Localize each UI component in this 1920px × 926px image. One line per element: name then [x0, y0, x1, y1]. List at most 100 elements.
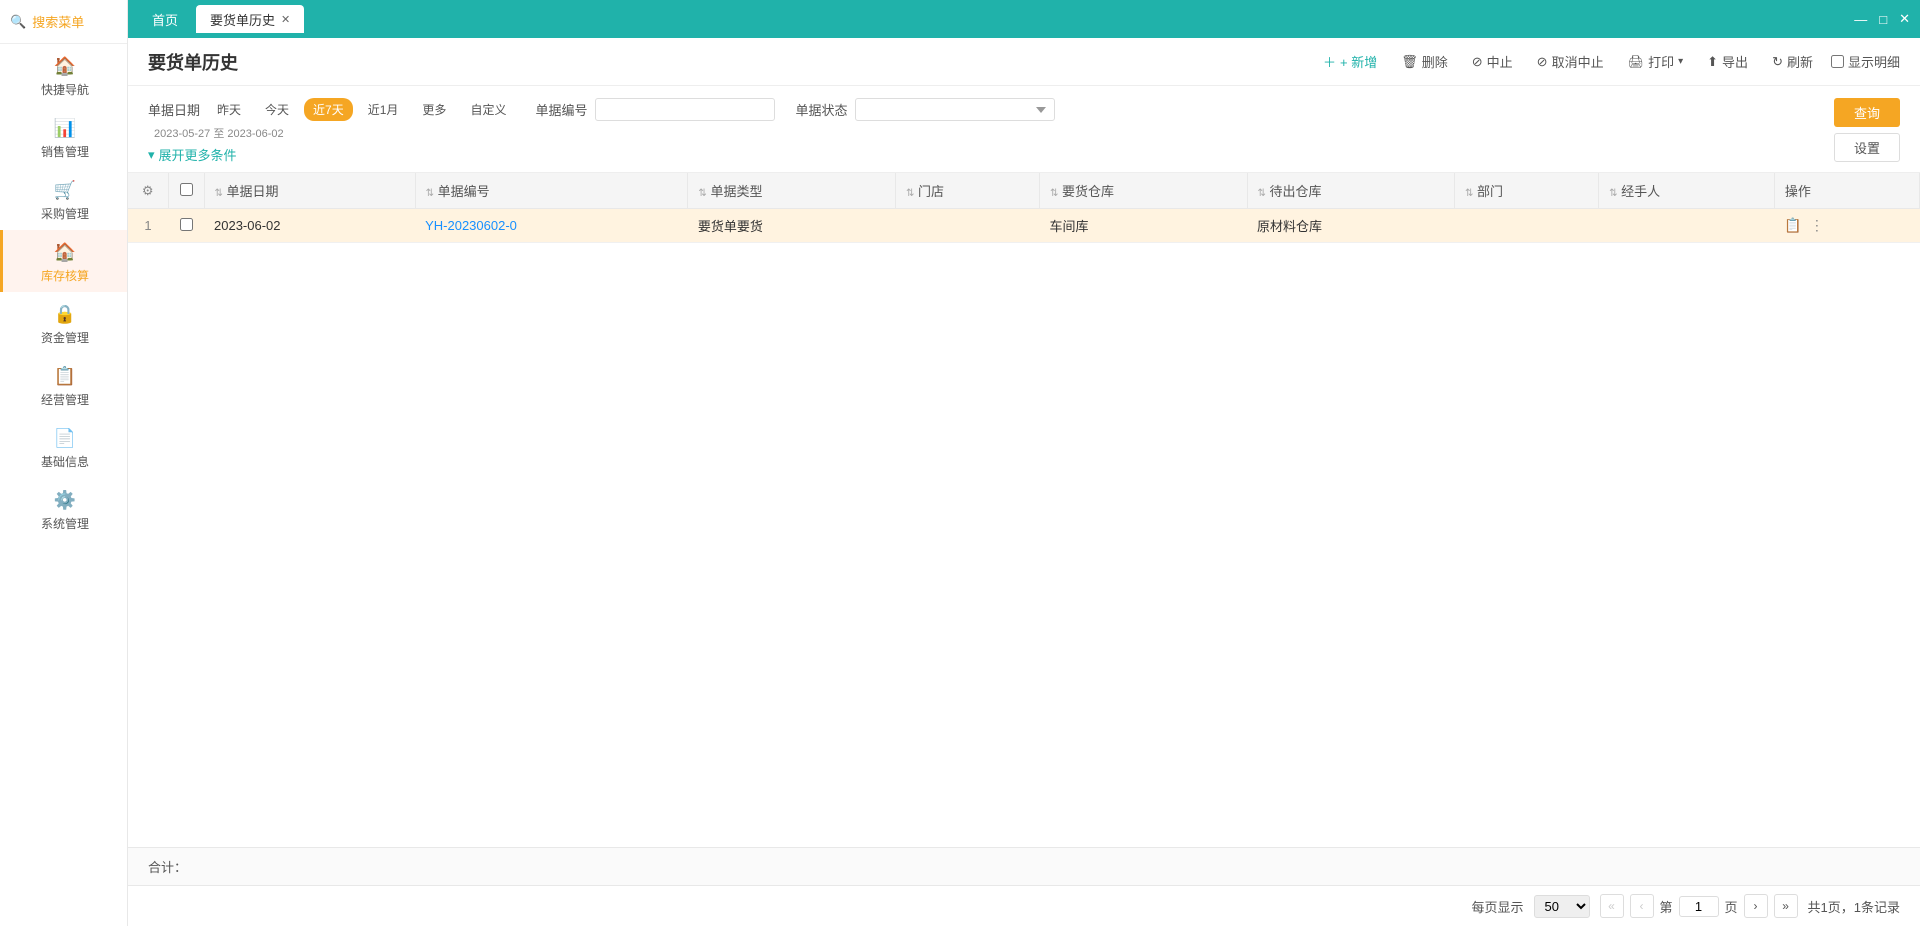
delete-icon: 🗑: [1401, 54, 1418, 70]
table-row: 1 2023-06-02 YH-20230602-0 要货单要货 车间库 原材料…: [128, 209, 1920, 243]
row-checkbox[interactable]: [168, 209, 204, 243]
sidebar-item-label: 基础信息: [41, 453, 89, 470]
page-label-prefix: 第: [1660, 897, 1673, 916]
export-button[interactable]: ⬆ 导出: [1701, 48, 1754, 75]
row-doctype: 要货单要货: [688, 209, 896, 243]
filter-area: 单据日期 昨天 今天 近7天 近1月 更多 自定义 单据编号: [128, 86, 1920, 173]
sort-icon: ⇅: [1609, 188, 1617, 199]
settings-button[interactable]: 设置: [1834, 133, 1900, 162]
sidebar-item-sales[interactable]: 📊 销售管理: [0, 106, 127, 168]
sidebar-item-quick-nav[interactable]: 🏠 快捷导航: [0, 44, 127, 106]
tab-requisition-history[interactable]: 要货单历史 ✕: [196, 5, 304, 33]
docno-link[interactable]: YH-20230602-0: [425, 218, 517, 233]
footer-summary: 合计：: [128, 847, 1920, 885]
table-header-row: ⚙ ⇅ 单据日期 ⇅ 单据编号 ⇅ 单据类型: [128, 173, 1920, 209]
sidebar: 🔍 搜索菜单 🏠 快捷导航 📊 销售管理 🛒 采购管理 🏠 库存核算 🔒 资金管…: [0, 0, 128, 926]
sidebar-item-basic-info[interactable]: 📄 基础信息: [0, 416, 127, 478]
sidebar-item-label: 经营管理: [41, 391, 89, 408]
delete-button[interactable]: 🗑 删除: [1395, 48, 1454, 75]
status-select[interactable]: [855, 98, 1055, 121]
date-filter-label: 单据日期: [148, 100, 200, 119]
table-req-warehouse-col[interactable]: ⇅ 要货仓库: [1040, 173, 1248, 209]
stop-button[interactable]: ⊘ 中止: [1466, 48, 1519, 75]
status-filter-group: 单据状态: [795, 98, 1055, 121]
summary-label: 合计：: [148, 857, 187, 876]
date-btn-custom[interactable]: 自定义: [461, 98, 515, 121]
date-btn-today[interactable]: 今天: [256, 98, 298, 121]
table-checkbox-col: [168, 173, 204, 209]
page-nav: « ‹ 第 页 › »: [1600, 894, 1798, 918]
filter-row: 单据日期 昨天 今天 近7天 近1月 更多 自定义 单据编号: [148, 98, 1814, 121]
row-department: [1455, 209, 1599, 243]
expand-label: 展开更多条件: [159, 145, 237, 164]
stop-label: 中止: [1487, 52, 1513, 71]
tab-close-icon[interactable]: ✕: [281, 13, 290, 26]
table-docno-col[interactable]: ⇅ 单据编号: [415, 173, 688, 209]
sidebar-item-label: 采购管理: [41, 205, 89, 222]
table-handler-col[interactable]: ⇅ 经手人: [1599, 173, 1775, 209]
sidebar-item-label: 销售管理: [41, 143, 89, 160]
action-buttons: 查询 设置: [1834, 98, 1900, 162]
table-store-col[interactable]: ⇅ 门店: [895, 173, 1039, 209]
sidebar-search[interactable]: 🔍 搜索菜单: [0, 0, 127, 44]
date-btn-yesterday[interactable]: 昨天: [208, 98, 250, 121]
operations-icon: 📋: [54, 366, 76, 387]
table-date-col[interactable]: ⇅ 单据日期: [204, 173, 415, 209]
sort-icon: ⇅: [1258, 188, 1266, 199]
sidebar-item-inventory[interactable]: 🏠 库存核算: [0, 230, 127, 292]
date-btn-more[interactable]: 更多: [413, 98, 455, 121]
date-filter-group: 单据日期 昨天 今天 近7天 近1月 更多 自定义: [148, 98, 515, 121]
row-more-icon[interactable]: ⋮: [1810, 217, 1824, 234]
first-page-btn[interactable]: «: [1600, 894, 1624, 918]
sidebar-item-system[interactable]: ⚙️ 系统管理: [0, 478, 127, 540]
gear-icon: ⚙️: [54, 490, 76, 511]
page-input[interactable]: [1679, 896, 1719, 917]
next-page-btn[interactable]: ›: [1744, 894, 1768, 918]
table-doctype-col[interactable]: ⇅ 单据类型: [688, 173, 896, 209]
date-btn-7days[interactable]: 近7天: [304, 98, 353, 121]
lock-icon: 🔒: [54, 304, 76, 325]
per-page-label: 每页显示: [1471, 897, 1523, 916]
cancel-stop-label: 取消中止: [1552, 52, 1604, 71]
expand-more-btn[interactable]: ▾ 展开更多条件: [148, 145, 1814, 164]
sidebar-item-purchase[interactable]: 🛒 采购管理: [0, 168, 127, 230]
add-button[interactable]: ＋ + 新增: [1317, 48, 1383, 75]
export-icon: ⬆: [1707, 54, 1718, 70]
toolbar: ＋ + 新增 🗑 删除 ⊘ 中止 ⊘ 取消中止 🖨 打印 ▾ ⬆: [1317, 48, 1900, 75]
docno-input[interactable]: [595, 98, 775, 121]
date-btn-1month[interactable]: 近1月: [359, 98, 408, 121]
row-edit-icon[interactable]: 📋: [1784, 217, 1801, 234]
sidebar-item-label: 快捷导航: [41, 81, 89, 98]
per-page-select[interactable]: 10 20 50 100: [1534, 895, 1590, 918]
sidebar-item-operations[interactable]: 📋 经营管理: [0, 354, 127, 416]
query-button[interactable]: 查询: [1834, 98, 1900, 127]
refresh-button[interactable]: ↻ 刷新: [1766, 48, 1819, 75]
cancel-stop-button[interactable]: ⊘ 取消中止: [1531, 48, 1610, 75]
sort-icon: ⇅: [1050, 188, 1058, 199]
tab-home[interactable]: 首页: [138, 5, 192, 33]
prev-page-btn[interactable]: ‹: [1630, 894, 1654, 918]
print-dropdown-icon: ▾: [1678, 56, 1683, 67]
add-label: + 新增: [1340, 52, 1377, 71]
last-page-btn[interactable]: »: [1774, 894, 1798, 918]
table-department-col[interactable]: ⇅ 部门: [1455, 173, 1599, 209]
sort-icon: ⇅: [698, 188, 706, 199]
select-all-checkbox[interactable]: [180, 183, 193, 196]
chart-icon: 📊: [54, 118, 76, 139]
display-detail-check[interactable]: [1831, 55, 1844, 68]
window-minimize-btn[interactable]: —: [1854, 12, 1867, 27]
tab-requisition-label: 要货单历史: [210, 10, 275, 29]
table-settings-col[interactable]: ⚙: [128, 173, 168, 209]
total-info: 共1页，1条记录: [1808, 897, 1900, 916]
table-pending-warehouse-col[interactable]: ⇅ 待出仓库: [1247, 173, 1455, 209]
stop-icon: ⊘: [1472, 54, 1483, 70]
print-button[interactable]: 🖨 打印 ▾: [1622, 48, 1690, 75]
row-date: 2023-06-02: [204, 209, 415, 243]
window-close-btn[interactable]: ✕: [1899, 11, 1910, 27]
display-detail-checkbox[interactable]: 显示明细: [1831, 52, 1900, 71]
sidebar-item-finance[interactable]: 🔒 资金管理: [0, 292, 127, 354]
main-area: 首页 要货单历史 ✕ — □ ✕ 要货单历史 ＋ + 新增 🗑 删除 ⊘ 中止: [128, 0, 1920, 926]
page-title: 要货单历史: [148, 49, 238, 75]
window-maximize-btn[interactable]: □: [1879, 12, 1887, 27]
search-icon: 🔍: [10, 14, 26, 30]
